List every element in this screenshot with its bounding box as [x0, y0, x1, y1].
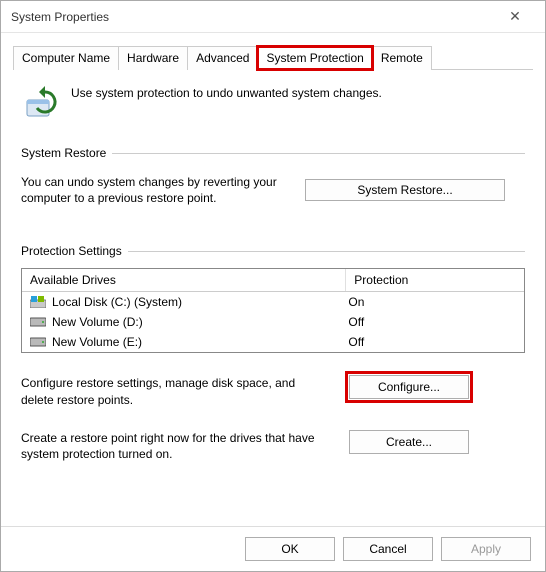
create-row: Create a restore point right now for the…: [21, 430, 525, 462]
tab-computer-name[interactable]: Computer Name: [13, 46, 119, 70]
create-button[interactable]: Create...: [349, 430, 469, 454]
configure-description: Configure restore settings, manage disk …: [21, 375, 331, 407]
table-row[interactable]: Local Disk (C:) (System) On: [22, 292, 524, 312]
top-description-text: Use system protection to undo unwanted s…: [71, 86, 382, 100]
system-properties-window: System Properties ✕ Computer Name Hardwa…: [0, 0, 546, 572]
drive-protection: On: [348, 295, 516, 309]
drive-name: Local Disk (C:) (System): [52, 295, 182, 309]
system-restore-section-label: System Restore: [21, 146, 525, 160]
tab-advanced[interactable]: Advanced: [187, 46, 258, 70]
col-header-protection[interactable]: Protection: [346, 269, 524, 291]
system-restore-row: You can undo system changes by reverting…: [21, 174, 525, 206]
ok-button[interactable]: OK: [245, 537, 335, 561]
close-icon[interactable]: ✕: [495, 8, 535, 25]
apply-button[interactable]: Apply: [441, 537, 531, 561]
drive-name: New Volume (E:): [52, 335, 142, 349]
table-row[interactable]: New Volume (D:) Off: [22, 312, 524, 332]
drives-table-header: Available Drives Protection: [22, 269, 524, 292]
drive-icon: [30, 336, 46, 348]
window-title: System Properties: [11, 10, 495, 24]
create-description: Create a restore point right now for the…: [21, 430, 331, 462]
titlebar: System Properties ✕: [1, 1, 545, 33]
drive-protection: Off: [348, 335, 516, 349]
drive-name: New Volume (D:): [52, 315, 143, 329]
system-protection-icon: [25, 86, 59, 120]
system-restore-button[interactable]: System Restore...: [305, 179, 505, 201]
system-restore-description: You can undo system changes by reverting…: [21, 174, 281, 206]
cancel-button[interactable]: Cancel: [343, 537, 433, 561]
tab-remote[interactable]: Remote: [372, 46, 432, 70]
tab-system-protection[interactable]: System Protection: [257, 46, 372, 70]
drive-protection: Off: [348, 315, 516, 329]
drive-icon: [30, 316, 46, 328]
top-description-row: Use system protection to undo unwanted s…: [21, 80, 525, 138]
table-row[interactable]: New Volume (E:) Off: [22, 332, 524, 352]
configure-row: Configure restore settings, manage disk …: [21, 375, 525, 407]
drives-table: Available Drives Protection Local Disk (…: [21, 268, 525, 353]
windows-drive-icon: [30, 296, 46, 308]
tab-content: Use system protection to undo unwanted s…: [1, 70, 545, 526]
col-header-drives[interactable]: Available Drives: [22, 269, 346, 291]
configure-button[interactable]: Configure...: [349, 375, 469, 399]
tab-hardware[interactable]: Hardware: [118, 46, 188, 70]
dialog-footer: OK Cancel Apply: [1, 526, 545, 571]
protection-settings-section-label: Protection Settings: [21, 244, 525, 258]
tabstrip: Computer Name Hardware Advanced System P…: [13, 45, 533, 70]
